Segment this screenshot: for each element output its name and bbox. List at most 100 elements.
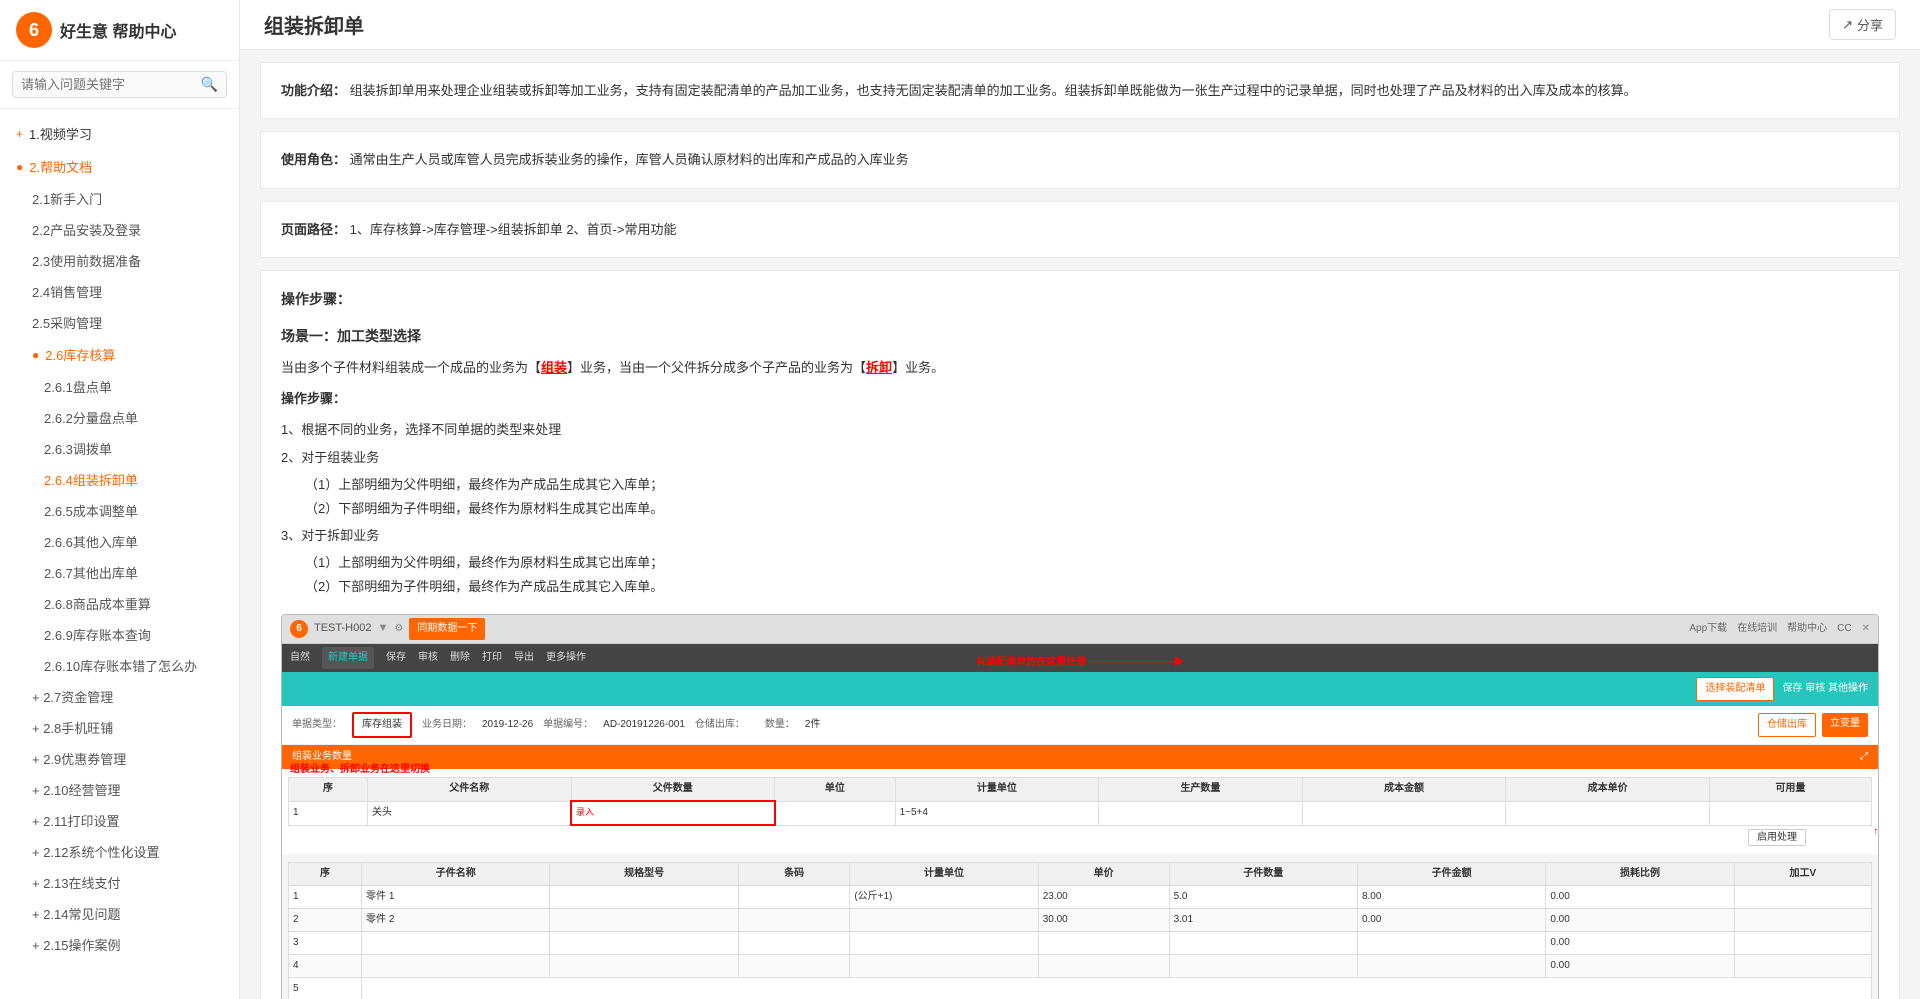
sidebar-item-mobile[interactable]: + 2.8手机旺铺 bbox=[0, 712, 239, 743]
sim-confirm-btn[interactable]: 立变量 bbox=[1822, 713, 1868, 737]
sidebar-item-docs[interactable]: ● 2.帮助文档 bbox=[0, 150, 239, 183]
ops-title: 操作步骤： bbox=[281, 287, 1879, 312]
sim-nav-delete: 删除 bbox=[450, 649, 470, 667]
sim-input-highlight[interactable]: 录入 bbox=[576, 807, 594, 817]
sim-logo: 6 bbox=[290, 620, 308, 638]
sidebar-item-fund[interactable]: + 2.7资金管理 bbox=[0, 681, 239, 712]
sidebar-item-266[interactable]: 2.6.6其他入库单 bbox=[0, 526, 239, 557]
sim-orange-header: 组装业务数量 ⤢ 组装业务、拆卸业务在这里切换 bbox=[282, 745, 1878, 769]
nav-tree: + 1.视频学习 ● 2.帮助文档 2.1新手入门 2.2产品安装及登录 2.3… bbox=[0, 109, 239, 999]
sim-process-wrap: 启用处理 ↑ 启用处理 bbox=[1748, 828, 1866, 848]
sidebar-item-label: 1.视频学习 bbox=[29, 124, 92, 143]
sidebar-item-ops[interactable]: + 2.10经营管理 bbox=[0, 774, 239, 805]
sim-th-cost-amt: 成本金额 bbox=[1302, 778, 1506, 802]
sidebar-item-data-prep[interactable]: 2.3使用前数据准备 bbox=[0, 245, 239, 276]
sim-nav-bar: 自然 新建单据 保存 审核 删除 打印 导出 更多操作 bbox=[282, 644, 1878, 672]
sidebar-item-faq[interactable]: + 2.14常见问题 bbox=[0, 898, 239, 929]
sidebar-item-261[interactable]: 2.6.1盘点单 bbox=[0, 371, 239, 402]
table-row: 3 0.00 bbox=[289, 931, 1872, 954]
step-1: 1、根据不同的业务，选择不同单据的类型来处理 bbox=[281, 418, 1879, 441]
sidebar-item-268[interactable]: 2.6.8商品成本重算 bbox=[0, 588, 239, 619]
sim-select-bom-btn[interactable]: 选择装配清单 bbox=[1696, 677, 1774, 701]
sidebar-item-264[interactable]: 2.6.4组装拆卸单 bbox=[0, 464, 239, 495]
path-label: 页面路径： bbox=[281, 222, 346, 237]
sim-parent-table: 序 父件名称 父件数量 单位 计量单位 生产数量 成本金额 成本单价 可用量 bbox=[288, 777, 1872, 826]
sim-th-measure: 计量单位 bbox=[895, 778, 1099, 802]
sim-process-area: 启用处理 ↑ 启用处理 bbox=[288, 826, 1872, 850]
sim-td-name: 关头 bbox=[367, 801, 571, 825]
topbar: 组装拆卸单 ↗ 分享 bbox=[240, 0, 1920, 50]
sim-th-avail: 可用量 bbox=[1709, 778, 1871, 802]
sim-training: 在线培训 bbox=[1737, 620, 1777, 638]
app-logo: 6 bbox=[16, 12, 52, 48]
sim-bth-unit: 计量单位 bbox=[850, 862, 1038, 885]
minus-icon-26: ● bbox=[32, 348, 39, 362]
sim-td-produce bbox=[1099, 801, 1303, 825]
sidebar-item-2610[interactable]: 2.6.10库存账本错了怎么办 bbox=[0, 650, 239, 681]
sim-nav-new[interactable]: 新建单据 bbox=[322, 647, 374, 669]
nav-section-26: ● 2.6库存核算 2.6.1盘点单 2.6.2分量盘点单 2.6.3调拨单 2… bbox=[0, 338, 239, 681]
page-title: 组装拆卸单 bbox=[264, 10, 364, 39]
sim-warehouse-field[interactable]: 仓储出库 bbox=[1758, 713, 1816, 737]
sim-type-label: 单据类型： bbox=[292, 716, 342, 734]
steps-title: 操作步骤： bbox=[281, 387, 1879, 410]
sim-type-value[interactable]: 库存组装 bbox=[352, 712, 412, 738]
disassemble-keyword: 拆卸 bbox=[866, 360, 892, 375]
sidebar-item-pay[interactable]: + 2.13在线支付 bbox=[0, 867, 239, 898]
sidebar-item-263[interactable]: 2.6.3调拨单 bbox=[0, 433, 239, 464]
sim-td-pqty: 录入 bbox=[571, 801, 775, 825]
step-3: 3、对于拆卸业务 bbox=[281, 524, 1879, 547]
sidebar-item-video[interactable]: + 1.视频学习 bbox=[0, 117, 239, 150]
sim-child-table: 序 子件名称 规格型号 条码 计量单位 单价 子件数量 子件金额 损耗比例 bbox=[288, 862, 1872, 999]
sidebar-item-inventory[interactable]: ● 2.6库存核算 bbox=[0, 338, 239, 371]
search-wrap[interactable]: 🔍 bbox=[12, 71, 227, 98]
sidebar-item-print[interactable]: + 2.11打印设置 bbox=[0, 805, 239, 836]
step-2-2: （2）下部明细为子件明细，最终作为原材料生成其它出库单。 bbox=[305, 497, 1879, 520]
sidebar-item-262[interactable]: 2.6.2分量盘点单 bbox=[0, 402, 239, 433]
sim-qty-label: 数量： bbox=[765, 716, 795, 734]
sim-process-btn[interactable]: 启用处理 bbox=[1748, 829, 1806, 846]
sim-nav-review: 审核 bbox=[418, 649, 438, 667]
sim-code-value: AD-20191226-001 bbox=[603, 716, 685, 734]
sim-help: 帮助中心 bbox=[1787, 620, 1827, 638]
sidebar-item-267[interactable]: 2.6.7其他出库单 bbox=[0, 557, 239, 588]
scenario1-desc: 当由多个子件材料组装成一个成品的业务为【组装】业务，当由一个父件拆分成多个子产品… bbox=[281, 356, 1879, 379]
search-input[interactable] bbox=[21, 77, 201, 92]
sim-qty-value: 2件 bbox=[805, 716, 821, 734]
sim-top-nav: App下载 在线培训 帮助中心 CC ✕ bbox=[1689, 620, 1870, 638]
sim-bth-seq: 序 bbox=[289, 862, 362, 885]
content-area[interactable]: 功能介绍： 组装拆卸单用来处理企业组装或拆卸等加工业务，支持有固定装配清单的产品… bbox=[240, 50, 1920, 999]
sidebar-item-install[interactable]: 2.2产品安装及登录 bbox=[0, 214, 239, 245]
sim-teal-header: 选择装配清单 保存 审核 其他操作 有装配清单的在这里处理 ──────────… bbox=[282, 672, 1878, 706]
sim-cc: CC bbox=[1837, 620, 1851, 638]
sim-th-unit: 单位 bbox=[775, 778, 895, 802]
sidebar-item-265[interactable]: 2.6.5成本调整单 bbox=[0, 495, 239, 526]
sim-close-icon: ✕ bbox=[1862, 620, 1870, 638]
sidebar-item-269[interactable]: 2.6.9库存账本查询 bbox=[0, 619, 239, 650]
sidebar-item-customize[interactable]: + 2.12系统个性化设置 bbox=[0, 836, 239, 867]
sidebar-item-coupon[interactable]: + 2.9优惠券管理 bbox=[0, 743, 239, 774]
sim-th-pqty: 父件数量 bbox=[571, 778, 775, 802]
share-label: 分享 bbox=[1857, 15, 1883, 34]
sim-bth-qty: 子件数量 bbox=[1169, 862, 1357, 885]
share-button[interactable]: ↗ 分享 bbox=[1829, 9, 1896, 40]
operations-section: 操作步骤： 场景一：加工类型选择 当由多个子件材料组装成一个成品的业务为【组装】… bbox=[260, 270, 1900, 999]
intro-section: 功能介绍： 组装拆卸单用来处理企业组装或拆卸等加工业务，支持有固定装配清单的产品… bbox=[260, 62, 1900, 119]
main-panel: 组装拆卸单 ↗ 分享 功能介绍： 组装拆卸单用来处理企业组装或拆卸等加工业务，支… bbox=[240, 0, 1920, 999]
sim-th-cost-price: 成本单价 bbox=[1506, 778, 1710, 802]
sidebar-item-newbie[interactable]: 2.1新手入门 bbox=[0, 183, 239, 214]
nav-section-2: ● 2.帮助文档 2.1新手入门 2.2产品安装及登录 2.3使用前数据准备 2… bbox=[0, 150, 239, 960]
sidebar-item-sales[interactable]: 2.4销售管理 bbox=[0, 276, 239, 307]
sim-nav-export: 导出 bbox=[514, 649, 534, 667]
sim-td-unit bbox=[775, 801, 895, 825]
sim-right-form: 仓储出库 立变量 bbox=[1758, 713, 1868, 737]
sim-expand-icon: ⤢ bbox=[1860, 748, 1868, 766]
table-row: 2 零件 2 30.00 3.01 0.00 0.00 bbox=[289, 908, 1872, 931]
sidebar-item-purchase[interactable]: 2.5采购管理 bbox=[0, 307, 239, 338]
table-row: 4 0.00 bbox=[289, 954, 1872, 977]
sim-section-title: 组装业务数量 bbox=[292, 748, 352, 766]
sidebar-item-cases[interactable]: + 2.15操作案例 bbox=[0, 929, 239, 960]
search-box: 🔍 bbox=[0, 61, 239, 109]
table-row: 1 关头 录入 1~5+4 bbox=[289, 801, 1872, 825]
sim-orange-btn[interactable]: 同期数据一下 bbox=[409, 618, 485, 640]
